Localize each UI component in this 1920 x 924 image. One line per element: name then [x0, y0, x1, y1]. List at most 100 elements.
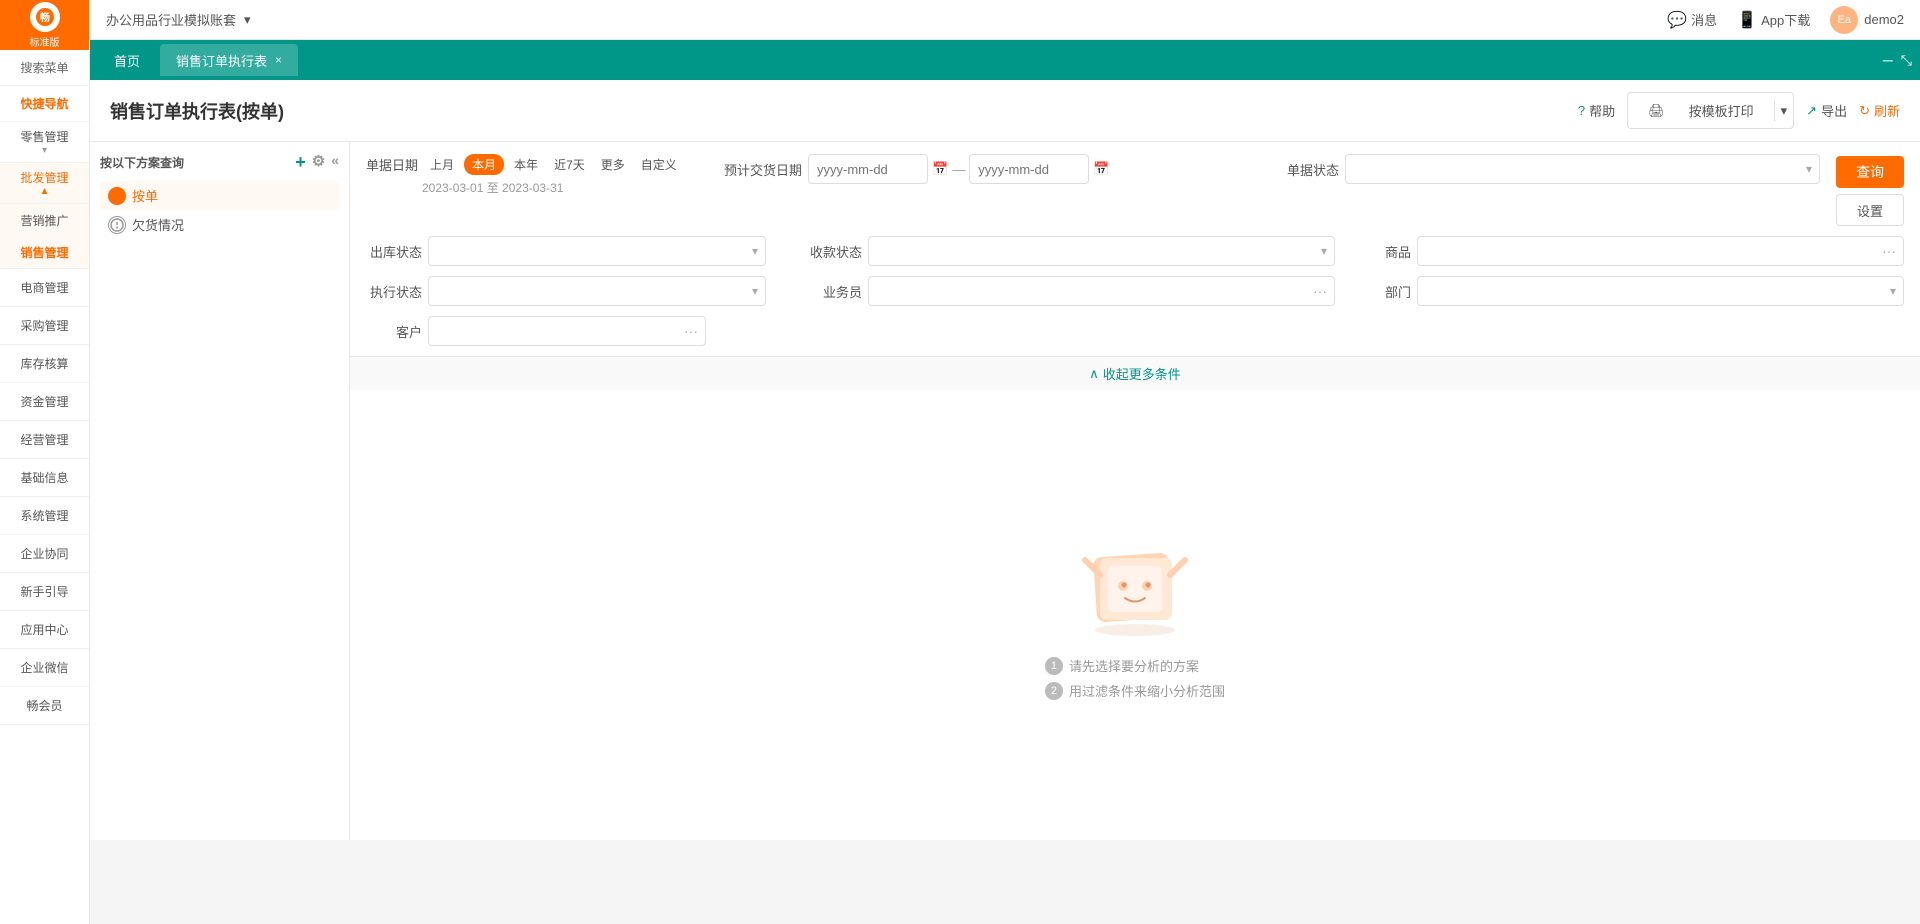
date-tab-custom[interactable]: 自定义: [635, 154, 683, 175]
filter-dept-col: 部门 ▾: [1351, 276, 1904, 306]
sidebar-item-enterprise[interactable]: 企业协同: [0, 535, 90, 573]
date-tab-this-month[interactable]: 本月: [464, 154, 504, 175]
filter-row-3: 执行状态 ▾ 业务员 ···: [366, 276, 1904, 306]
sidebar-item-purchase[interactable]: 采购管理: [0, 307, 90, 345]
tip-text-2: 用过滤条件来缩小分析范围: [1069, 681, 1225, 700]
empty-tip-2: 2 用过滤条件来缩小分析范围: [1045, 681, 1225, 700]
tab-minimize-icon[interactable]: ─: [1883, 52, 1893, 69]
plan-add-btn[interactable]: +: [295, 152, 306, 173]
purchase-label: 采购管理: [20, 317, 68, 334]
vip-label: 畅会员: [26, 697, 62, 714]
operations-label: 经营管理: [20, 431, 68, 448]
sidebar-item-inventory[interactable]: 库存核算: [0, 345, 90, 383]
date-tab-this-year[interactable]: 本年: [508, 154, 544, 175]
customer-input[interactable]: [428, 316, 706, 346]
product-label: 商品: [1351, 242, 1411, 261]
sidebar-item-basic-info[interactable]: 基础信息: [0, 459, 90, 497]
tab-home[interactable]: 首页: [98, 44, 156, 76]
help-btn[interactable]: ? 帮助: [1578, 101, 1615, 120]
export-btn[interactable]: ↗ 导出: [1806, 101, 1847, 120]
message-btn[interactable]: 💬 消息: [1667, 10, 1717, 30]
tab-expand-area: ─ ⤡: [1883, 52, 1912, 69]
print-btn[interactable]: 🖨 按模板打印: [1628, 93, 1774, 128]
date-tab-more[interactable]: 更多: [595, 154, 631, 175]
breadcrumb-arrow-icon[interactable]: ▾: [244, 12, 251, 28]
sidebar-item-marketing[interactable]: 营销推广: [0, 204, 90, 236]
expected-date-end-input[interactable]: [969, 154, 1089, 184]
plan-item-single[interactable]: 按单: [100, 181, 339, 210]
filter-body-container: 按以下方案查询 + ⚙ « 按单: [90, 142, 1920, 840]
user-info[interactable]: Ea demo2: [1830, 6, 1904, 34]
delivery-status-select[interactable]: [428, 236, 766, 266]
calendar-icon-start[interactable]: 📅: [932, 161, 948, 177]
tab-close-icon[interactable]: ×: [275, 53, 282, 67]
left-plan-header: 按以下方案查询 + ⚙ «: [100, 152, 339, 173]
date-separator: —: [952, 162, 965, 177]
exec-status-select[interactable]: [428, 276, 766, 306]
sidebar-search-menu[interactable]: 搜索菜单: [0, 50, 90, 86]
ecommerce-label: 电商管理: [20, 279, 68, 296]
sidebar-item-wechat[interactable]: 企业微信: [0, 649, 90, 687]
query-btn[interactable]: 查询: [1836, 156, 1904, 188]
tab-sales-order[interactable]: 销售订单执行表 ×: [160, 44, 298, 76]
filter-data-right: 单据日期 上月 本月 本年 近7天 更多 自定义 2023: [350, 142, 1920, 840]
wechat-label: 企业微信: [20, 659, 68, 676]
sales-label: 销售管理: [20, 244, 68, 261]
print-arrow-btn[interactable]: ▾: [1775, 103, 1794, 119]
filter-product-col: 商品 ···: [1351, 236, 1904, 266]
receipt-status-select[interactable]: [868, 236, 1335, 266]
tab-expand-icon[interactable]: ⤡: [1901, 52, 1912, 69]
exec-status-wrapper: ▾: [428, 276, 766, 306]
sidebar-item-finance[interactable]: 资金管理: [0, 383, 90, 421]
breadcrumb-area: 办公用品行业模拟账套 ▾: [106, 10, 251, 29]
calendar-icon-end[interactable]: 📅: [1093, 161, 1109, 177]
sidebar-item-wholesale[interactable]: 批发管理 ▲: [0, 163, 90, 204]
plan-item-shortage[interactable]: 欠货情况: [100, 210, 339, 239]
filter-date-top: 单据日期 上月 本月 本年 近7天 更多 自定义: [366, 154, 706, 175]
doc-status-select[interactable]: [1345, 154, 1820, 184]
message-label: 消息: [1691, 10, 1717, 29]
plan-settings-btn[interactable]: ⚙: [312, 152, 325, 173]
filter-date-col: 单据日期 上月 本月 本年 近7天 更多 自定义 2023: [366, 154, 706, 196]
sidebar-item-system[interactable]: 系统管理: [0, 497, 90, 535]
dept-wrapper: ▾: [1417, 276, 1904, 306]
app-download-btn[interactable]: 📱 App下载: [1737, 10, 1810, 30]
expected-date-start-input[interactable]: [808, 154, 928, 184]
print-btn-group: 🖨 按模板打印 ▾: [1627, 92, 1794, 129]
dept-select[interactable]: [1417, 276, 1904, 306]
refresh-btn[interactable]: ↻ 刷新: [1859, 101, 1900, 120]
breadcrumb-text: 办公用品行业模拟账套: [106, 10, 236, 29]
date-tab-7days[interactable]: 近7天: [548, 154, 591, 175]
top-header-right: 💬 消息 📱 App下载 Ea demo2: [1667, 6, 1904, 34]
help-label: 帮助: [1589, 101, 1615, 120]
sidebar-item-appcenter[interactable]: 应用中心: [0, 611, 90, 649]
product-input[interactable]: [1417, 236, 1904, 266]
inventory-label: 库存核算: [20, 355, 68, 372]
main-area: 办公用品行业模拟账套 ▾ 💬 消息 📱 App下载 Ea demo2 首页 销售…: [90, 0, 1920, 924]
sidebar-item-retail[interactable]: 零售管理 ▾: [0, 122, 90, 163]
sidebar: 畅 标准版 搜索菜单 快捷导航 零售管理 ▾ 批发管理 ▲ 营销推广 销售管理 …: [0, 0, 90, 924]
settings-btn[interactable]: 设置: [1836, 194, 1904, 226]
empty-illustration: 1 请先选择要分析的方案 2 用过滤条件来缩小分析范围: [1045, 530, 1225, 700]
sidebar-item-newuser[interactable]: 新手引导: [0, 573, 90, 611]
sidebar-item-sales[interactable]: 销售管理: [0, 236, 90, 268]
filter-exec-col: 执行状态 ▾: [366, 276, 766, 306]
quick-nav-label: 快捷导航: [20, 95, 68, 112]
collapse-bar[interactable]: ∧ 收起更多条件: [350, 356, 1920, 390]
tab-home-label: 首页: [114, 51, 140, 70]
svg-text:畅: 畅: [40, 11, 50, 24]
sidebar-item-vip[interactable]: 畅会员: [0, 687, 90, 725]
salesperson-input[interactable]: [868, 276, 1335, 306]
print-label: 按模板打印: [1679, 97, 1764, 124]
plan-collapse-btn[interactable]: «: [331, 152, 339, 173]
filter-receipt-col: 收款状态 ▾: [782, 236, 1335, 266]
export-icon: ↗: [1806, 103, 1817, 119]
collapse-label: 收起更多条件: [1103, 364, 1181, 383]
sidebar-item-operations[interactable]: 经营管理: [0, 421, 90, 459]
receipt-status-label: 收款状态: [782, 242, 862, 261]
doc-status-label: 单据状态: [1279, 160, 1339, 179]
sidebar-item-ecommerce[interactable]: 电商管理: [0, 269, 90, 307]
content-area: 销售订单执行表(按单) ? 帮助 🖨 按模板打印 ▾ ↗ 导出: [90, 80, 1920, 924]
sidebar-quick-nav[interactable]: 快捷导航: [0, 86, 90, 122]
date-tab-last-month[interactable]: 上月: [424, 154, 460, 175]
